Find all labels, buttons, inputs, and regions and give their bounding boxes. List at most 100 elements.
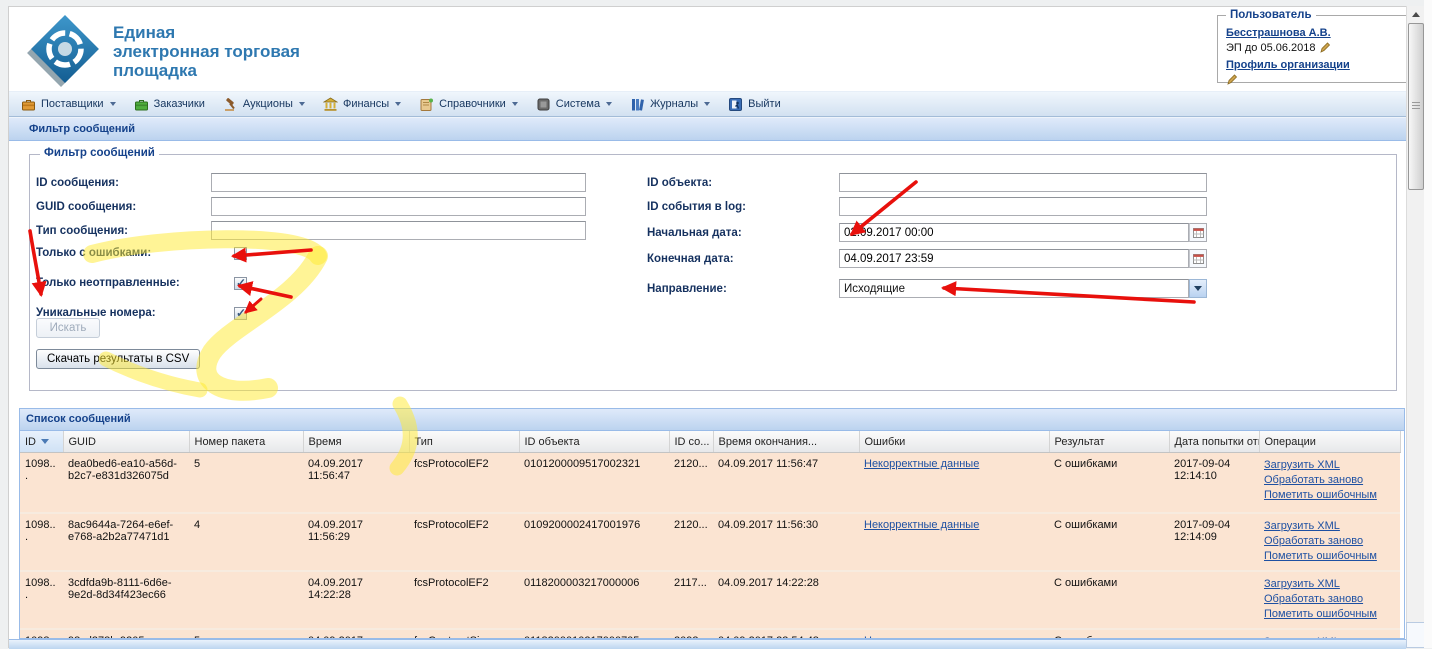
right-gap	[1424, 0, 1432, 648]
chevron-down-icon	[395, 102, 402, 106]
object-id-input[interactable]	[839, 173, 1207, 192]
edit-pen-icon[interactable]	[1319, 41, 1331, 58]
cell-package	[189, 570, 303, 630]
message-type-input[interactable]	[211, 221, 586, 240]
column-header[interactable]: Тип	[409, 431, 520, 453]
error-details-link[interactable]: Некорректные данные	[864, 458, 979, 470]
operation-link[interactable]: Загрузить XML	[1264, 577, 1395, 591]
column-header[interactable]: Время	[303, 431, 410, 453]
end-date-calendar-button[interactable]	[1189, 249, 1207, 268]
error-details-link[interactable]: Некорректные данные	[864, 519, 979, 531]
menu-item-directories[interactable]: Справочники	[419, 97, 518, 112]
operation-link[interactable]: Обработать заново	[1264, 592, 1395, 606]
cell-end_time: 04.09.2017 11:56:30	[713, 512, 859, 572]
filter-fieldset-legend: Фильтр сообщений	[40, 147, 159, 159]
vertical-scrollbar[interactable]	[1406, 6, 1424, 648]
start-date-calendar-button[interactable]	[1189, 223, 1207, 242]
cell-time: 04.09.2017 14:22:28	[303, 570, 409, 630]
menu-item-logout[interactable]: Выйти	[728, 97, 781, 112]
signature-validity-text: ЭП до 05.06.2018	[1226, 42, 1316, 54]
column-header[interactable]: ID объекта	[519, 431, 670, 453]
platform-logo-icon	[27, 11, 103, 90]
table-row[interactable]: 1098... dea0bed6-ea10-a56d-b2c7-e831d3260…	[20, 452, 1400, 514]
message-guid-label: GUID сообщения:	[36, 201, 137, 213]
column-header[interactable]: Номер пакета	[189, 431, 304, 453]
menu-item-journals[interactable]: Журналы	[630, 97, 711, 112]
column-header[interactable]: ID со...	[669, 431, 714, 453]
platform-title: Единая электронная торговая площадка	[113, 23, 300, 80]
chevron-down-icon	[1194, 286, 1202, 291]
cell-package: 5	[189, 452, 303, 514]
start-date-input[interactable]	[839, 223, 1189, 242]
message-type-label: Тип сообщения:	[36, 225, 128, 237]
cell-attempt: 2017-09-04 12:14:09	[1169, 512, 1259, 572]
messages-list-title: Список сообщений	[20, 409, 1404, 431]
cell-guid: 3cdfda9b-8111-6d6e-9e2d-8d34f423ec66	[63, 570, 189, 630]
column-header[interactable]: ID	[20, 431, 64, 453]
operation-link[interactable]: Обработать заново	[1264, 473, 1395, 487]
direction-combobox[interactable]: Исходящие	[839, 279, 1189, 298]
edit-pen-icon[interactable]	[1226, 73, 1238, 90]
operation-link[interactable]: Загрузить XML	[1264, 519, 1395, 533]
cell-errors: Некорректные данные	[859, 628, 1049, 638]
end-date-input[interactable]	[839, 249, 1189, 268]
operation-link[interactable]: Пометить ошибочным	[1264, 488, 1395, 502]
scrollbar-thumb[interactable]	[1408, 23, 1424, 190]
menu-item-label: Журналы	[650, 98, 699, 110]
download-csv-button[interactable]: Скачать результаты в CSV	[36, 349, 201, 369]
cell-guid: 8ac9644a-7264-e6ef-e768-a2b2a77471d1	[63, 512, 189, 572]
cell-type: fcsProtocolEF2	[409, 512, 519, 572]
column-header[interactable]: Время окончания...	[713, 431, 860, 453]
menu-item-finance[interactable]: Финансы	[322, 97, 402, 112]
menu-item-label: Система	[555, 98, 601, 110]
column-header[interactable]: Дата попытки отп...	[1169, 431, 1260, 453]
finance-icon	[322, 97, 339, 112]
cell-id: 1098...	[20, 512, 63, 572]
column-header[interactable]: Результат	[1049, 431, 1170, 453]
scroll-up-arrow-icon[interactable]	[1407, 6, 1424, 22]
message-id-label: ID сообщения:	[36, 177, 119, 189]
search-button[interactable]: Искать	[36, 318, 100, 338]
cell-end_time: 04.09.2017 14:22:28	[713, 570, 859, 630]
operation-link[interactable]: Обработать заново	[1264, 534, 1395, 548]
message-id-input[interactable]	[211, 173, 586, 192]
direction-dropdown-button[interactable]	[1189, 279, 1207, 298]
operation-link[interactable]: Пометить ошибочным	[1264, 607, 1395, 621]
unique-numbers-checkbox[interactable]	[234, 306, 247, 320]
menu-item-suppliers[interactable]: Поставщики	[21, 97, 116, 112]
menu-item-auctions[interactable]: Аукционы	[223, 97, 305, 112]
operation-link[interactable]: Пометить ошибочным	[1264, 549, 1395, 563]
system-icon	[536, 97, 551, 112]
auctions-icon	[223, 97, 238, 112]
object-id-label: ID объекта:	[647, 177, 713, 189]
chevron-down-icon	[704, 102, 711, 106]
filter-panel: Фильтр сообщений ID сообщения: GUID сооб…	[9, 141, 1406, 403]
cell-object_id: 0118200010217000705	[519, 628, 669, 638]
operation-link[interactable]: Загрузить XML	[1264, 458, 1395, 472]
table-row[interactable]: 1098... 3cdfda9b-8111-6d6e-9e2d-8d34f423e…	[20, 570, 1400, 630]
cell-object_id: 0101200009517002321	[519, 452, 669, 514]
cell-attempt	[1169, 628, 1259, 638]
log-event-id-input[interactable]	[839, 197, 1207, 216]
chevron-down-icon	[298, 102, 305, 106]
only-unsent-checkbox[interactable]	[234, 276, 247, 290]
cell-type: fcsProtocolEF2	[409, 570, 519, 630]
column-header[interactable]: GUID	[63, 431, 190, 453]
message-guid-input[interactable]	[211, 197, 586, 216]
suppliers-icon	[21, 97, 36, 112]
column-header[interactable]: Операции	[1259, 431, 1401, 453]
table-row[interactable]: 1098...98cd378b-9305-98c7-...504.09.2017…	[20, 628, 1400, 638]
column-header[interactable]: Ошибки	[859, 431, 1050, 453]
table-row[interactable]: 1098... 8ac9644a-7264-e6ef-e768-a2b2a7747…	[20, 512, 1400, 572]
only-errors-checkbox[interactable]	[234, 246, 247, 260]
org-profile-link[interactable]: Профиль организации	[1226, 59, 1350, 71]
cell-operations: Загрузить XML Обработать заново Пометить о…	[1259, 452, 1400, 514]
menu-item-customers[interactable]: Заказчики	[134, 97, 205, 112]
cell-time: 04.09.2017 11:56:29	[303, 512, 409, 572]
cell-msg_id: 2120...	[669, 512, 713, 572]
menu-item-label: Заказчики	[153, 98, 205, 110]
user-panel: Пользователь Бесстрашнова А.В. ЭП до 05.…	[1217, 9, 1411, 85]
user-name-link[interactable]: Бесстрашнова А.В.	[1226, 27, 1331, 39]
menu-item-system[interactable]: Система	[536, 97, 613, 112]
chevron-down-icon	[606, 102, 613, 106]
